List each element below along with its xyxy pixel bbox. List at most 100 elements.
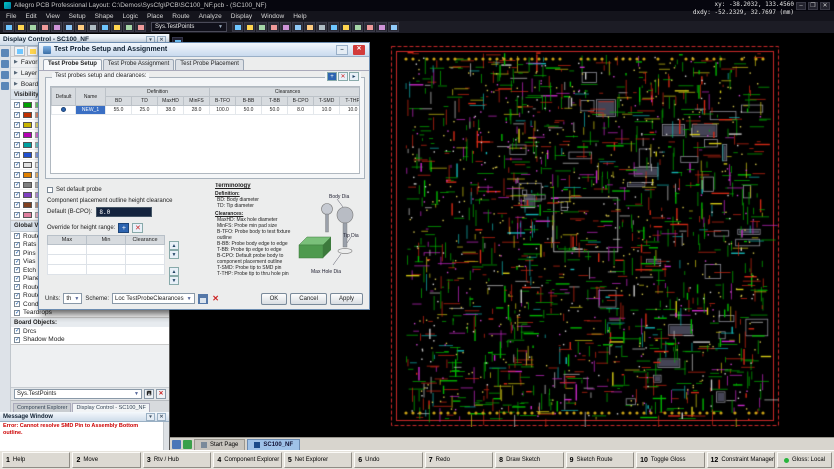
arrow-up-icon[interactable]: ▲ [169, 241, 179, 250]
checkbox[interactable]: ✓ [14, 275, 20, 282]
checkbox[interactable]: ✓ [14, 131, 20, 138]
message-log[interactable]: Error: Cannot resolve SMD Pin to Assembl… [0, 422, 169, 450]
delete-icon[interactable]: ✕ [211, 294, 221, 304]
menu-analyze[interactable]: Analyze [199, 13, 222, 20]
layer-color-swatch[interactable] [23, 161, 32, 168]
fkey-1[interactable]: 1 Help [2, 452, 71, 468]
checkbox[interactable]: ✓ [14, 301, 20, 308]
layer-color-swatch[interactable] [23, 201, 32, 208]
toolbar-icon-7[interactable] [75, 22, 86, 32]
add-row-icon[interactable]: + [327, 72, 337, 81]
toolbar-icon-8[interactable] [316, 22, 327, 32]
menu-file[interactable]: File [6, 13, 16, 20]
menu-route[interactable]: Route [172, 13, 189, 20]
layer-color-swatch[interactable] [23, 171, 32, 178]
delete-icon[interactable]: ✕ [156, 389, 166, 399]
fkey-3[interactable]: 3 Rtv / Hub [142, 452, 212, 468]
minimize-icon[interactable]: – [336, 44, 348, 55]
minimize-icon[interactable]: – [796, 1, 806, 10]
testpoints-combo[interactable]: Sys.TestPoints ▼ [151, 22, 227, 32]
toolbar-icon-7[interactable] [304, 22, 315, 32]
toolbar-icon-11[interactable] [123, 22, 134, 32]
checkbox[interactable]: ✓ [14, 121, 20, 128]
toolbar-icon-6[interactable] [292, 22, 303, 32]
remove-override-button[interactable]: ✕ [132, 223, 144, 233]
toolbar-icon-2[interactable] [15, 22, 26, 32]
layer-color-swatch[interactable] [23, 211, 32, 218]
checkbox[interactable]: ✓ [14, 171, 20, 178]
toolbar-icon-12[interactable] [364, 22, 375, 32]
toolbar-icon-11[interactable] [352, 22, 363, 32]
toolbar-icon-9[interactable] [328, 22, 339, 32]
toolbar-icon-12[interactable] [135, 22, 146, 32]
checkbox[interactable]: ✓ [14, 233, 20, 240]
menu-setup[interactable]: Setup [69, 13, 86, 20]
fkey-5[interactable]: 5 Net Explorer [283, 452, 353, 468]
save-icon[interactable] [197, 293, 208, 304]
checkbox[interactable]: ✓ [14, 201, 20, 208]
delete-row-icon[interactable]: ✕ [338, 72, 348, 81]
toolbar-icon-5[interactable] [51, 22, 62, 32]
toolbar-icon-2[interactable] [244, 22, 255, 32]
layer-color-swatch[interactable] [23, 181, 32, 188]
board-object-item[interactable]: ✓ Drcs [11, 327, 169, 336]
layer-color-swatch[interactable] [23, 151, 32, 158]
layer-color-swatch[interactable] [23, 191, 32, 198]
dialog-tab-2[interactable]: Test Probe Assignment [102, 59, 175, 70]
fkey-10[interactable]: 10 Toggle Gloss [636, 452, 705, 468]
toolbar-icon-3[interactable] [27, 22, 38, 32]
apply-button[interactable]: Apply [329, 292, 363, 305]
toolbar-icon-3[interactable] [256, 22, 267, 32]
toolbar-icon-6[interactable] [63, 22, 74, 32]
tab-component-explorer[interactable]: Component Explorer [13, 403, 72, 412]
toolbar-icon-5[interactable] [280, 22, 291, 32]
panel-tool-icon-2[interactable] [27, 46, 38, 56]
fkey-6[interactable]: 6 Undo [354, 452, 423, 468]
scrollbar[interactable] [163, 422, 169, 450]
fkey-12[interactable]: 12 Constraint Manager [706, 452, 775, 468]
menu-help[interactable]: Help [293, 13, 306, 20]
arrow-down-icon[interactable]: ▼ [169, 250, 179, 259]
checkbox[interactable]: ✓ [14, 111, 20, 118]
doc-tab-start-page[interactable]: Start Page [194, 439, 246, 450]
checkbox[interactable]: ✓ [14, 141, 20, 148]
checkbox[interactable]: ✓ [14, 181, 20, 188]
panel-tool-icon-1[interactable] [14, 46, 25, 56]
checkbox[interactable]: ✓ [14, 309, 20, 316]
ok-button[interactable]: OK [260, 292, 288, 305]
toolbar-icon-10[interactable] [340, 22, 351, 32]
checkbox[interactable]: ✓ [14, 211, 20, 218]
checkbox[interactable]: ✓ [14, 101, 20, 108]
add-override-button[interactable]: + [118, 223, 130, 233]
probe-table-row[interactable]: NEW_1 55.0 25.0 38.0 28.0 100.0 50.0 50.0 8.0 10.… [51, 105, 359, 115]
checkbox[interactable]: ✓ [14, 328, 20, 335]
pages-icon[interactable] [183, 440, 192, 449]
toolbar-icon-1[interactable] [3, 22, 14, 32]
menu-place[interactable]: Place [147, 13, 163, 20]
restore-icon[interactable]: ❐ [808, 1, 818, 10]
checkbox[interactable]: ✓ [14, 250, 20, 257]
toolbar-icon-4[interactable] [268, 22, 279, 32]
toolbar-icon-1[interactable] [232, 22, 243, 32]
set-default-probe-checkbox[interactable] [47, 187, 53, 193]
fkey-2[interactable]: 2 Move [72, 452, 141, 468]
fkey-4[interactable]: 4 Component Explorer [213, 452, 282, 468]
menu-display[interactable]: Display [231, 13, 252, 20]
checkbox[interactable]: ✓ [14, 267, 20, 274]
toolbar-icon-4[interactable] [39, 22, 50, 32]
tab-display-control[interactable]: Display Control - SC100_NF [72, 403, 150, 412]
dialog-tab-3[interactable]: Test Probe Placement [175, 59, 244, 70]
close-icon[interactable]: ✕ [157, 412, 166, 421]
panel-scheme-combo[interactable]: Sys.TestPoints ▼ [14, 389, 142, 399]
probe-table[interactable]: Default Name Definition Clearances BD TD MaxHD… [50, 86, 360, 174]
more-icon[interactable]: ▸ [349, 72, 359, 81]
menu-edit[interactable]: Edit [25, 13, 36, 20]
close-icon[interactable]: ✕ [353, 44, 365, 55]
panel-side-icon[interactable] [1, 82, 9, 90]
checkbox[interactable]: ✓ [14, 292, 20, 299]
menu-view[interactable]: View [46, 13, 60, 20]
checkbox[interactable]: ✓ [14, 151, 20, 158]
layer-color-swatch[interactable] [23, 131, 32, 138]
panel-side-icon[interactable] [1, 71, 9, 79]
checkbox[interactable]: ✓ [14, 284, 20, 291]
